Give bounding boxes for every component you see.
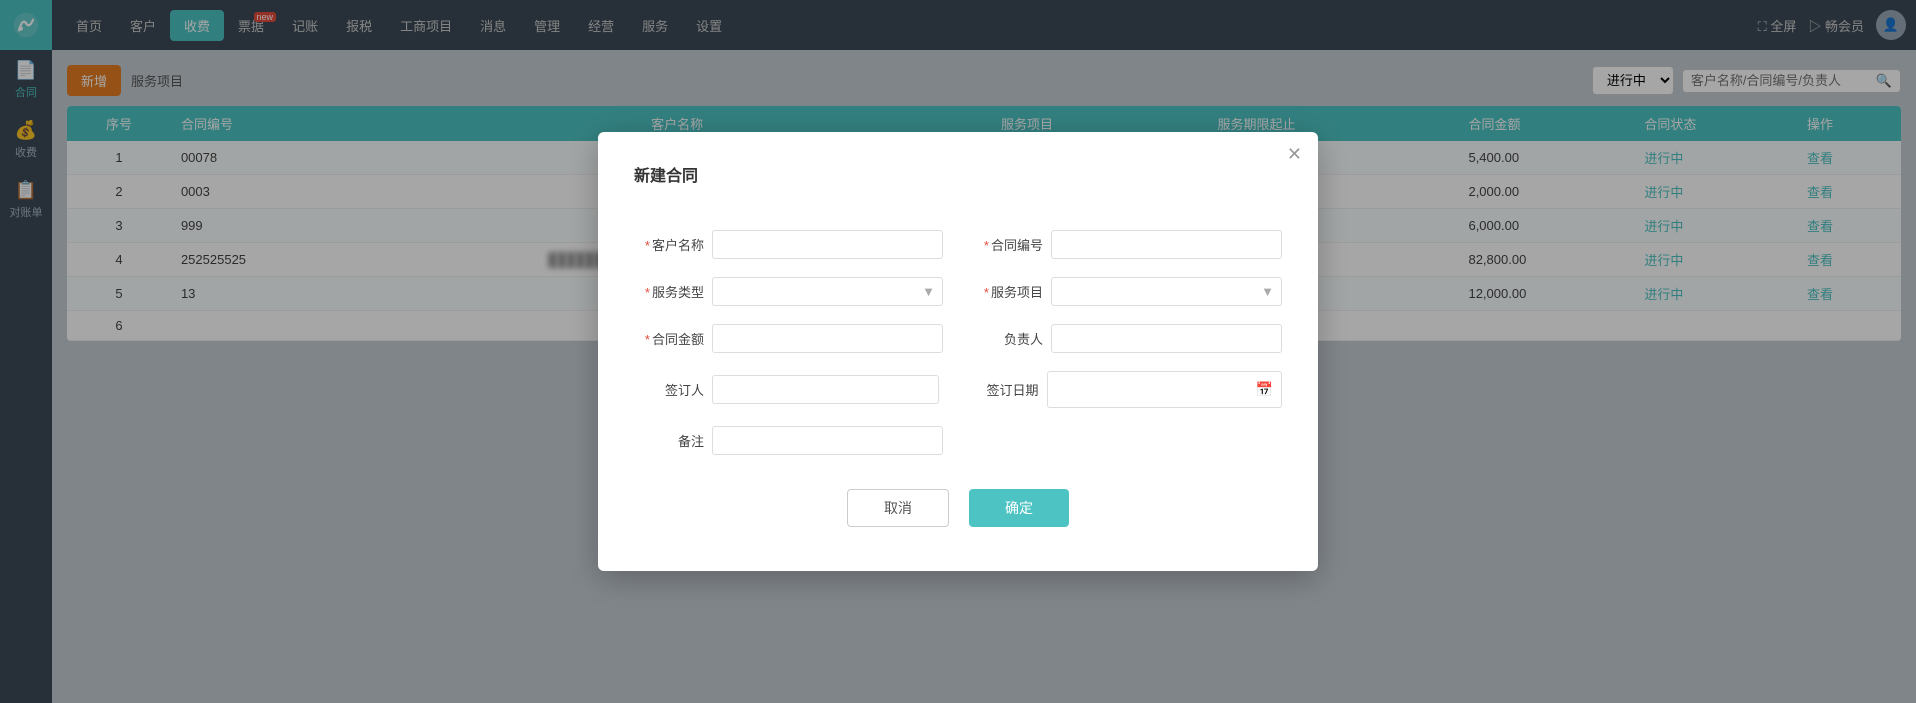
- service-item-field: *服务项目 ▼: [973, 277, 1282, 306]
- responsible-field: 负责人: [973, 324, 1282, 353]
- calendar-icon[interactable]: 📅: [1256, 381, 1273, 398]
- service-item-label: *服务项目: [973, 282, 1043, 301]
- cancel-button[interactable]: 取消: [847, 489, 949, 527]
- modal-row-4: 签订人 签订日期 2023-06-06 📅: [634, 371, 1282, 408]
- modal-footer: 取消 确定: [634, 473, 1282, 551]
- modal-body: 新建合同 ✕ *客户名称 *合同编号: [598, 132, 1318, 571]
- remark-label: 备注: [634, 431, 704, 450]
- signer-label: 签订人: [634, 380, 704, 399]
- modal-row-5: 备注: [634, 426, 1282, 455]
- modal-row-1: *客户名称 *合同编号: [634, 230, 1282, 259]
- responsible-label: 负责人: [973, 329, 1043, 348]
- sign-date-label: 签订日期: [969, 380, 1039, 399]
- client-name-label: *客户名称: [634, 235, 704, 254]
- signer-field: 签订人: [634, 375, 939, 404]
- contract-no-label: *合同编号: [973, 235, 1043, 254]
- new-contract-modal: 新建合同 ✕ *客户名称 *合同编号: [598, 132, 1318, 571]
- modal-row-3: *合同金额 0.00 负责人: [634, 324, 1282, 353]
- service-type-label: *服务类型: [634, 282, 704, 301]
- remark-input[interactable]: [712, 426, 943, 455]
- remark-field: 备注: [634, 426, 943, 455]
- amount-label: *合同金额: [634, 329, 704, 348]
- amount-field: *合同金额 0.00: [634, 324, 943, 353]
- client-name-input[interactable]: [712, 230, 943, 259]
- service-item-input[interactable]: [1051, 277, 1282, 306]
- contract-no-field: *合同编号: [973, 230, 1282, 259]
- service-type-field: *服务类型 ▼: [634, 277, 943, 306]
- sign-date-input[interactable]: 2023-06-06: [1056, 376, 1252, 403]
- amount-input[interactable]: 0.00: [712, 324, 943, 353]
- client-name-field: *客户名称: [634, 230, 943, 259]
- responsible-input[interactable]: [1051, 324, 1282, 353]
- modal-row-2: *服务类型 ▼ *服务项目 ▼: [634, 277, 1282, 306]
- service-type-input[interactable]: [712, 277, 943, 306]
- signer-input[interactable]: [712, 375, 939, 404]
- contract-no-input[interactable]: [1051, 230, 1282, 259]
- sign-date-field: 签订日期 2023-06-06 📅: [969, 371, 1282, 408]
- modal-title: 新建合同: [634, 162, 698, 186]
- close-icon[interactable]: ✕: [1287, 144, 1302, 165]
- confirm-button[interactable]: 确定: [969, 489, 1069, 527]
- modal-overlay[interactable]: 新建合同 ✕ *客户名称 *合同编号: [0, 0, 1916, 703]
